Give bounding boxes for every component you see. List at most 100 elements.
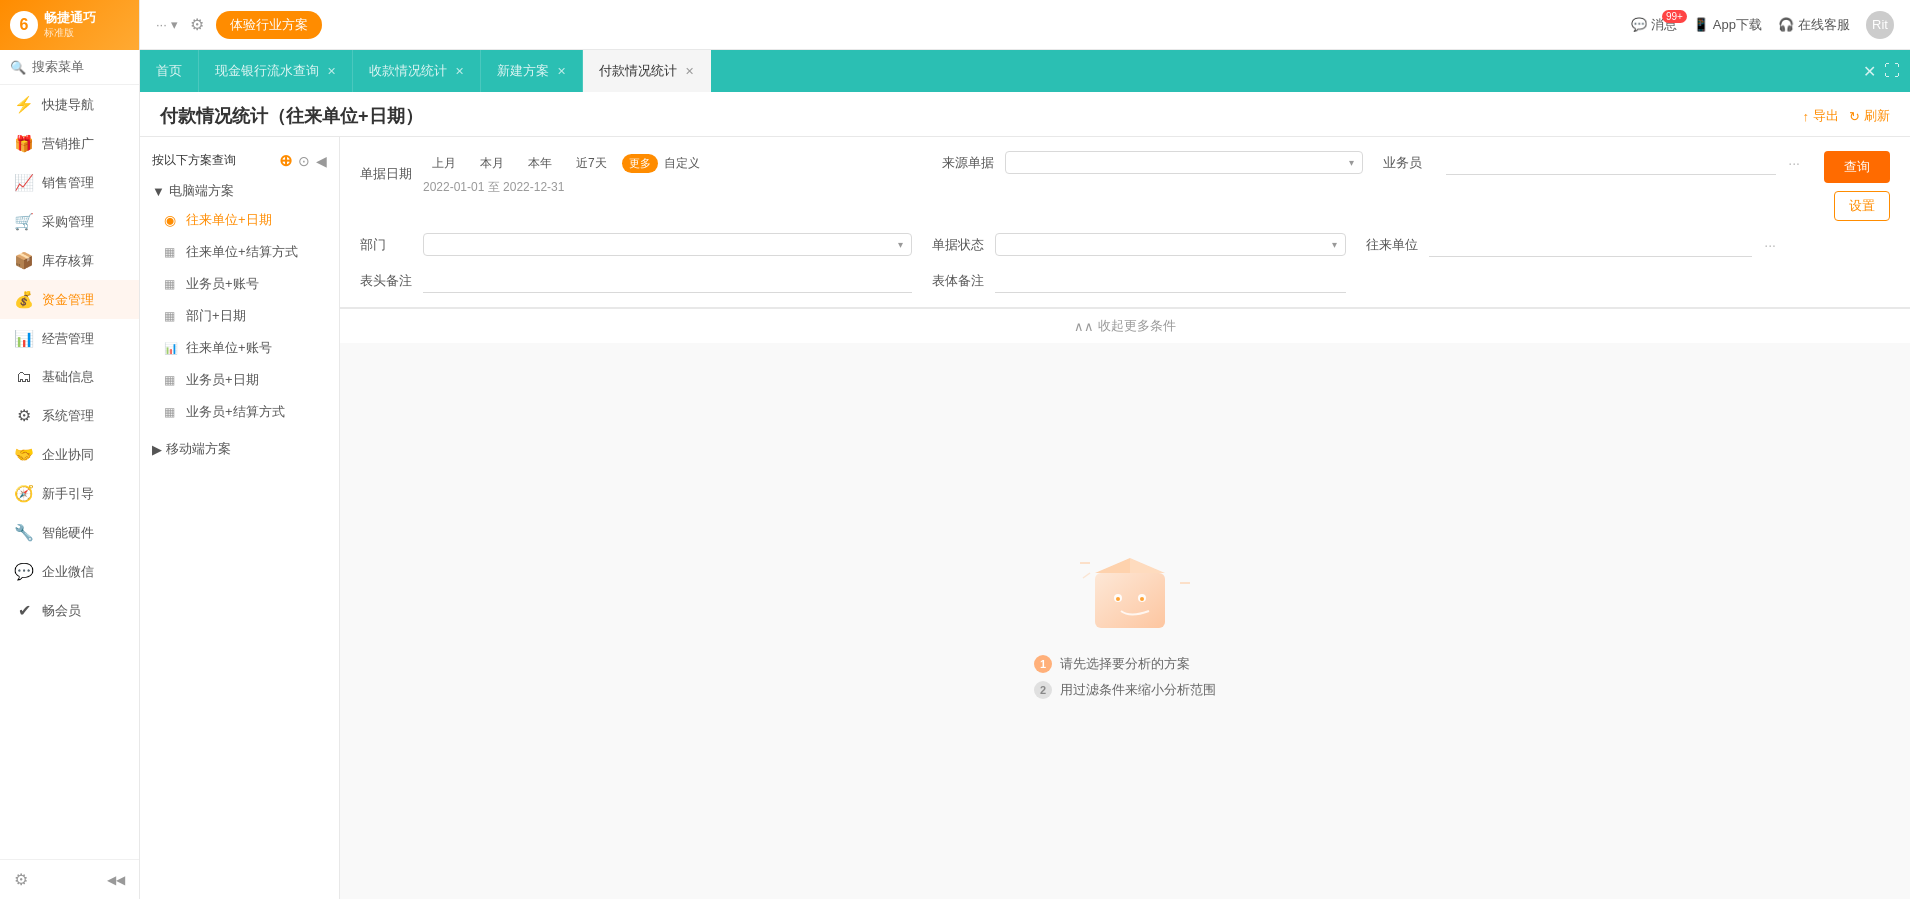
system-icon: ⚙ (14, 406, 34, 425)
doc-status-field: 单据状态 ▾ (932, 233, 1346, 256)
sidebar-item-label: 经营管理 (42, 330, 94, 348)
tab-receipts[interactable]: 收款情况统计 ✕ (353, 50, 481, 92)
address-dropdown-icon[interactable]: ▾ (171, 17, 178, 32)
scheme-item-dept-date[interactable]: ▦ 部门+日期 (140, 300, 339, 332)
unit-account-icon: 📊 (164, 342, 180, 355)
user-avatar[interactable]: Rit (1866, 11, 1894, 39)
source-field: 来源单据 ▾ (942, 151, 1363, 174)
table-body-note-input[interactable] (995, 269, 1346, 293)
finance-icon: 💰 (14, 290, 34, 309)
staff-settle-label: 业务员+结算方式 (186, 403, 285, 421)
sidebar-item-inventory[interactable]: 📦 库存核算 (0, 241, 139, 280)
sidebar-item-label: 企业协同 (42, 446, 94, 464)
sidebar-item-label: 采购管理 (42, 213, 94, 231)
sidebar-item-hardware[interactable]: 🔧 智能硬件 (0, 513, 139, 552)
svg-rect-0 (1095, 573, 1165, 628)
date-more-button[interactable]: 更多 (622, 154, 658, 173)
date-btn-7days[interactable]: 近7天 (567, 151, 616, 176)
sidebar-collapse-icon[interactable]: ◀◀ (107, 873, 125, 887)
scheme-mobile-section[interactable]: ▶ 移动端方案 (140, 436, 339, 462)
tab-payments[interactable]: 付款情况统计 ✕ (583, 50, 711, 92)
staff-label: 业务员 (1383, 154, 1438, 172)
tab-close-all-icon[interactable]: ✕ (1863, 62, 1876, 81)
sidebar-item-finance[interactable]: 💰 资金管理 (0, 280, 139, 319)
online-service-button[interactable]: 🎧 在线客服 (1778, 16, 1850, 34)
date-custom-button[interactable]: 自定义 (664, 155, 700, 172)
search-icon: 🔍 (10, 60, 26, 75)
sidebar-item-corp[interactable]: 🤝 企业协同 (0, 435, 139, 474)
tab-home-label: 首页 (156, 62, 182, 80)
tab-receipts-close-icon[interactable]: ✕ (455, 65, 464, 78)
sidebar-item-guide[interactable]: 🧭 新手引导 (0, 474, 139, 513)
scheme-item-unit-date[interactable]: ◉ 往来单位+日期 (140, 204, 339, 236)
sidebar-item-sales[interactable]: 📈 销售管理 (0, 163, 139, 202)
topbar-settings-icon[interactable]: ⚙ (190, 15, 204, 34)
sidebar-item-vip[interactable]: ✔ 畅会员 (0, 591, 139, 630)
trial-button[interactable]: 体验行业方案 (216, 11, 322, 39)
tab-receipts-label: 收款情况统计 (369, 62, 447, 80)
query-button[interactable]: 查询 (1824, 151, 1890, 183)
staff-ellipsis-icon[interactable]: ··· (1784, 155, 1804, 171)
sidebar-item-purchase[interactable]: 🛒 采购管理 (0, 202, 139, 241)
scheme-item-unit-account[interactable]: 📊 往来单位+账号 (140, 332, 339, 364)
desktop-section-label: 电脑端方案 (169, 182, 234, 200)
table-header-note-input[interactable] (423, 269, 912, 293)
sidebar-item-weixin[interactable]: 💬 企业微信 (0, 552, 139, 591)
sidebar-bottom: ⚙ ◀◀ (0, 859, 139, 899)
topbar-left: ··· ▾ ⚙ 体验行业方案 (156, 11, 322, 39)
staff-settle-icon: ▦ (164, 405, 180, 419)
mobile-section-arrow: ▶ (152, 442, 162, 457)
page-header: 付款情况统计（往来单位+日期） ↑ 导出 ↻ 刷新 (140, 92, 1910, 137)
dept-select[interactable]: ▾ (423, 233, 912, 256)
tab-payments-close-icon[interactable]: ✕ (685, 65, 694, 78)
sidebar-item-marketing[interactable]: 🎁 营销推广 (0, 124, 139, 163)
tab-cash-flow-label: 现金银行流水查询 (215, 62, 319, 80)
app-download-button[interactable]: 📱 App下载 (1693, 16, 1762, 34)
related-unit-input[interactable] (1429, 233, 1752, 257)
doc-status-select[interactable]: ▾ (995, 233, 1346, 256)
scheme-item-staff-settle[interactable]: ▦ 业务员+结算方式 (140, 396, 339, 428)
empty-illustration (1075, 543, 1195, 643)
scheme-item-unit-settle[interactable]: ▦ 往来单位+结算方式 (140, 236, 339, 268)
date-btn-this-year[interactable]: 本年 (519, 151, 561, 176)
settings-button[interactable]: 设置 (1834, 191, 1890, 221)
sidebar-settings-icon[interactable]: ⚙ (14, 870, 28, 889)
query-actions: 查询 设置 (1824, 151, 1890, 221)
staff-input[interactable] (1446, 151, 1777, 175)
mobile-section-label: 移动端方案 (166, 440, 231, 458)
staff-date-label: 业务员+日期 (186, 371, 259, 389)
search-menu[interactable]: 🔍 搜索菜单 (0, 50, 139, 85)
export-button[interactable]: ↑ 导出 (1803, 107, 1840, 125)
scheme-settings-icon[interactable]: ⊙ (298, 153, 310, 169)
filter-row-2: 部门 ▾ 单据状态 ▾ (360, 233, 1890, 257)
tab-cash-flow[interactable]: 现金银行流水查询 ✕ (199, 50, 353, 92)
date-btn-last-month[interactable]: 上月 (423, 151, 465, 176)
related-unit-ellipsis-icon[interactable]: ··· (1760, 237, 1780, 253)
scheme-item-staff-account[interactable]: ▦ 业务员+账号 (140, 268, 339, 300)
source-select[interactable]: ▾ (1005, 151, 1363, 174)
scheme-desktop-section[interactable]: ▼ 电脑端方案 (140, 178, 339, 204)
tab-cash-flow-close-icon[interactable]: ✕ (327, 65, 336, 78)
hint-1-text: 请先选择要分析的方案 (1060, 655, 1190, 673)
sidebar-item-quick-nav[interactable]: ⚡ 快捷导航 (0, 85, 139, 124)
scheme-add-icon[interactable]: ⊕ (279, 151, 292, 170)
date-btn-this-month[interactable]: 本月 (471, 151, 513, 176)
scheme-item-staff-date[interactable]: ▦ 业务员+日期 (140, 364, 339, 396)
messages-button[interactable]: 💬 消息 99+ (1631, 16, 1677, 34)
address-text: ··· (156, 17, 167, 32)
date-field: 单据日期 上月 本月 本年 近7天 更多 自定义 20 (360, 151, 922, 196)
sidebar-item-operation[interactable]: 📊 经营管理 (0, 319, 139, 358)
table-header-note-label: 表头备注 (360, 272, 415, 290)
tab-home[interactable]: 首页 (140, 50, 199, 92)
date-range-buttons: 上月 本月 本年 近7天 更多 自定义 (423, 151, 700, 176)
scheme-collapse-icon[interactable]: ◀ (316, 153, 327, 169)
sidebar-nav: ⚡ 快捷导航 🎁 营销推广 📈 销售管理 🛒 采购管理 📦 库存核算 💰 资金管… (0, 85, 139, 859)
tab-maximize-icon[interactable]: ⛶ (1884, 62, 1900, 80)
tab-new-scheme-close-icon[interactable]: ✕ (557, 65, 566, 78)
collapse-bar[interactable]: ∧∧ 收起更多条件 (340, 308, 1910, 343)
tab-new-scheme[interactable]: 新建方案 ✕ (481, 50, 583, 92)
sidebar-item-basic[interactable]: 🗂 基础信息 (0, 358, 139, 396)
sidebar-logo: 6 畅捷通巧 标准版 (0, 0, 139, 50)
sidebar-item-system[interactable]: ⚙ 系统管理 (0, 396, 139, 435)
refresh-button[interactable]: ↻ 刷新 (1849, 107, 1890, 125)
